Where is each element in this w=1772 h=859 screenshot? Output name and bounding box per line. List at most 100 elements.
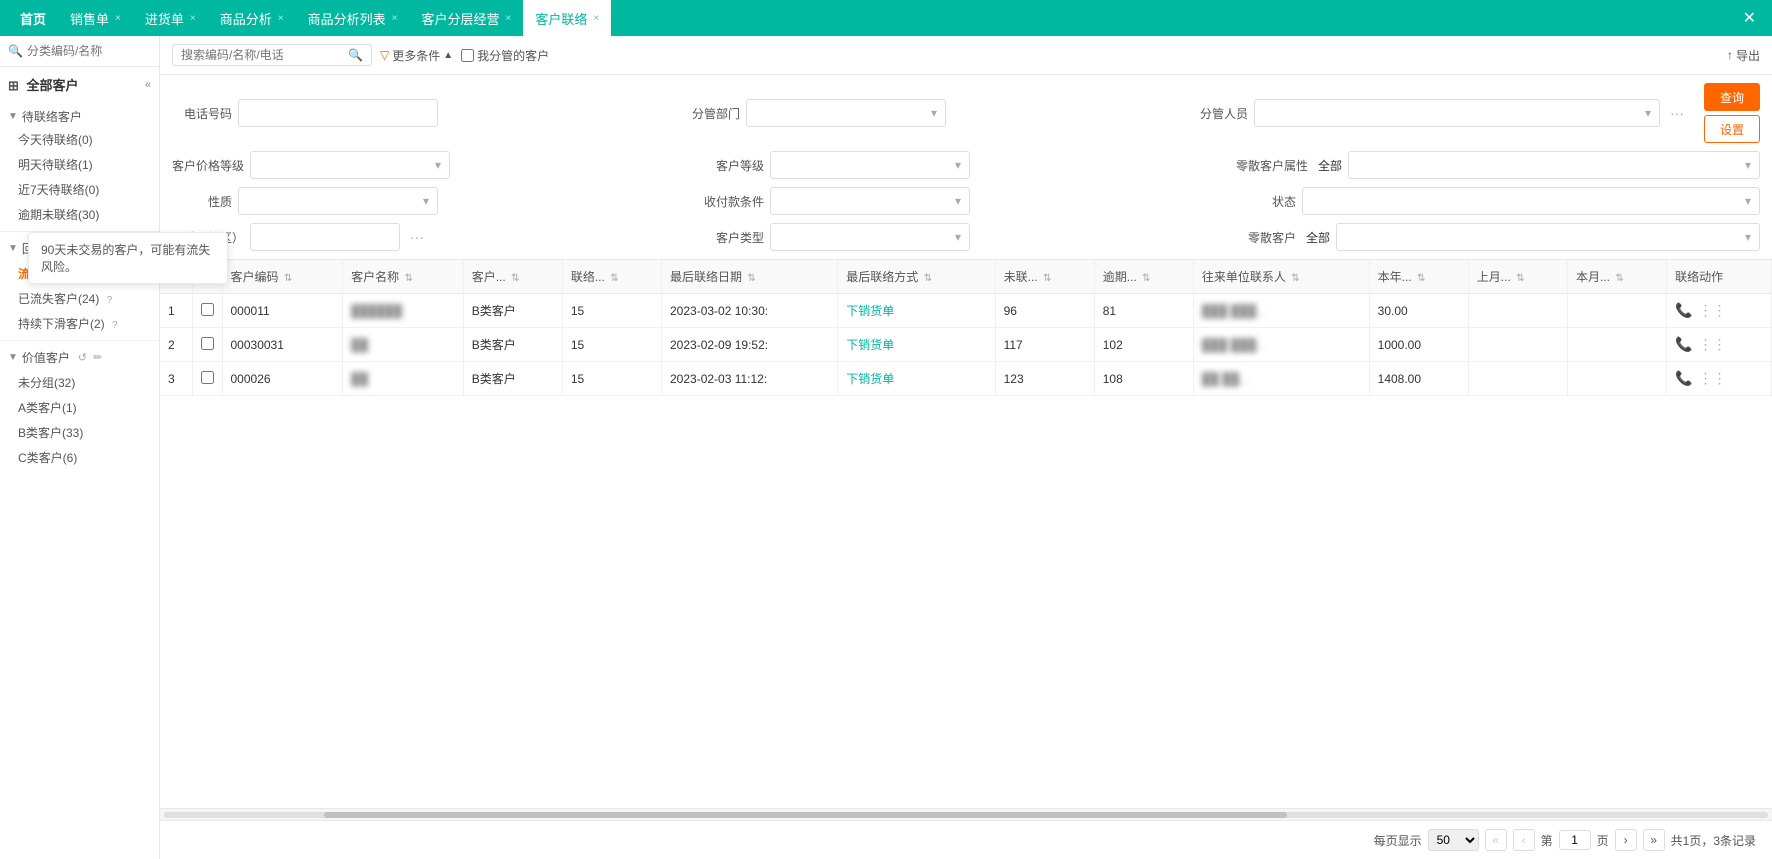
th-this-month[interactable]: 本月... ⇅ [1567, 260, 1666, 294]
th-unit-contact[interactable]: 往来单位联系人 ⇅ [1193, 260, 1369, 294]
th-last-method[interactable]: 最后联络方式 ⇅ [838, 260, 995, 294]
th-overdue[interactable]: 逾期... ⇅ [1094, 260, 1193, 294]
close-purchase-icon[interactable]: × [190, 13, 196, 24]
th-code[interactable]: 客户编码 ⇅ [222, 260, 343, 294]
phone-action-icon[interactable]: 📞 [1675, 302, 1692, 319]
my-customers-checkbox[interactable] [461, 49, 474, 62]
filter-scattered-value: 全部 [1306, 229, 1330, 246]
lost-info-icon[interactable]: ℹ [147, 242, 151, 255]
sidebar-search-input[interactable] [27, 44, 151, 58]
nav-tab-analysis[interactable]: 商品分析 × [208, 0, 296, 36]
sidebar-item-already-lost[interactable]: 已流失客户(24) ? [0, 286, 159, 311]
th-settings[interactable]: ⚙ [160, 260, 192, 294]
sidebar-section-value-title[interactable]: ▼ 价值客户 ↺ ✏ [0, 345, 159, 370]
th-name[interactable]: 客户名称 ⇅ [343, 260, 464, 294]
phone-action-icon[interactable]: 📞 [1675, 370, 1692, 387]
chevron-down-icon: ▾ [931, 106, 937, 120]
per-page-select[interactable]: 50 100 200 [1428, 829, 1479, 851]
sidebar-item-7days[interactable]: 近7天待联络(0) [0, 177, 159, 202]
filter-manager-select[interactable]: ▾ [1254, 99, 1660, 127]
sidebar-item-class-c[interactable]: C类客户(6) [0, 445, 159, 470]
collapse-icon[interactable]: « [145, 79, 151, 91]
filter-payment-select[interactable]: ▾ [770, 187, 970, 215]
sidebar-item-unsegmented[interactable]: 未分组(32) [0, 370, 159, 395]
more-action-icon[interactable]: ⋮⋮ [1699, 370, 1727, 387]
nav-tab-purchase[interactable]: 进货单 × [133, 0, 208, 36]
edit-icon[interactable]: ✏ [93, 351, 102, 364]
first-page-btn[interactable]: « [1485, 829, 1507, 851]
refresh-icon[interactable]: ↺ [78, 351, 87, 364]
cell-action: 📞 ⋮⋮ [1667, 294, 1772, 328]
settings-icon[interactable]: ⚙ [168, 270, 179, 284]
th-contact[interactable]: 联络... ⇅ [562, 260, 661, 294]
filter-customer-grade-label: 客户等级 [704, 157, 764, 174]
filter-status-select[interactable]: ▾ [1302, 187, 1760, 215]
nav-tab-customer-contact[interactable]: 客户联络 × [523, 0, 611, 36]
more-action-icon[interactable]: ⋮⋮ [1699, 302, 1727, 319]
analysis-label: 商品分析 [220, 9, 272, 28]
cell-index: 2 [160, 328, 192, 362]
sidebar-item-overdue[interactable]: 逾期未联络(30) [0, 202, 159, 227]
select-all-checkbox[interactable] [201, 269, 214, 282]
my-customers-checkbox-label[interactable]: 我分管的客户 [461, 47, 549, 64]
setting-button[interactable]: 设置 [1704, 115, 1760, 143]
last-method-link[interactable]: 下销货单 [846, 304, 894, 318]
th-last-month[interactable]: 上月... ⇅ [1468, 260, 1567, 294]
row-checkbox[interactable] [201, 337, 214, 350]
filter-price-grade-select[interactable]: ▾ [250, 151, 450, 179]
close-analysis-icon[interactable]: × [278, 13, 284, 24]
horizontal-scrollbar[interactable] [160, 808, 1772, 820]
sidebar-all-customers[interactable]: ⊞ 全部客户 « [0, 67, 159, 102]
sidebar-item-class-a[interactable]: A类客户(1) [0, 395, 159, 420]
filter-phone-input[interactable] [238, 99, 438, 127]
filter-customer-grade-select[interactable]: ▾ [770, 151, 970, 179]
question-icon2: ? [112, 320, 118, 331]
th-this-year[interactable]: 本年... ⇅ [1369, 260, 1468, 294]
page-number-input[interactable] [1559, 830, 1591, 850]
th-last-date[interactable]: 最后联络日期 ⇅ [662, 260, 838, 294]
search-icon[interactable]: 🔍 [348, 48, 363, 62]
cell-contact: 15 [562, 328, 661, 362]
prev-page-btn[interactable]: ‹ [1513, 829, 1535, 851]
sidebar-item-declining[interactable]: 持续下滑客户(2) ? [0, 311, 159, 336]
next-page-btn[interactable]: › [1615, 829, 1637, 851]
nav-tab-customer-segment[interactable]: 客户分层经营 × [409, 0, 523, 36]
phone-action-icon[interactable]: 📞 [1675, 336, 1692, 353]
nav-tab-analysis-list[interactable]: 商品分析列表 × [296, 0, 410, 36]
region-more-btn[interactable]: ··· [406, 229, 428, 245]
close-segment-icon[interactable]: × [505, 13, 511, 24]
th-not-contacted[interactable]: 未联... ⇅ [995, 260, 1094, 294]
filter-scattered-attr-select[interactable]: ▾ [1348, 151, 1760, 179]
nav-tab-home[interactable]: 首页 [8, 0, 58, 36]
close-contact-icon[interactable]: × [593, 13, 599, 24]
sidebar-item-lost-warning[interactable]: 流失预警客户(3) [0, 261, 159, 286]
filter-dept-select[interactable]: ▾ [746, 99, 946, 127]
row-checkbox[interactable] [201, 303, 214, 316]
filter-scattered-select[interactable]: ▾ [1336, 223, 1760, 251]
window-close-button[interactable]: ✕ [1735, 8, 1764, 28]
last-method-link[interactable]: 下销货单 [846, 372, 894, 386]
filter-nature-select[interactable]: ▾ [238, 187, 438, 215]
sidebar-item-tomorrow[interactable]: 明天待联络(1) [0, 152, 159, 177]
last-method-link[interactable]: 下销货单 [846, 338, 894, 352]
export-button[interactable]: ↑ 导出 [1727, 47, 1760, 64]
sidebar-item-today[interactable]: 今天待联络(0) [0, 127, 159, 152]
sidebar-section-pending-title[interactable]: ▼ 待联络客户 [0, 102, 159, 127]
filter-customer-type-select[interactable]: ▾ [770, 223, 970, 251]
last-page-btn[interactable]: » [1643, 829, 1665, 851]
cell-unit-contact: ██ ██... [1193, 362, 1369, 396]
row-checkbox[interactable] [201, 371, 214, 384]
close-sales-icon[interactable]: × [115, 13, 121, 24]
th-type[interactable]: 客户... ⇅ [463, 260, 562, 294]
scroll-thumb[interactable] [324, 812, 1286, 818]
search-input[interactable] [181, 48, 348, 62]
sidebar-section-lost-title[interactable]: ▼ 回顾客户 ℹ [0, 236, 159, 261]
more-action-icon[interactable]: ⋮⋮ [1699, 336, 1727, 353]
close-analysis-list-icon[interactable]: × [392, 13, 398, 24]
filter-region-input[interactable] [250, 223, 400, 251]
filter-more-btn[interactable]: ▽ 更多条件 ▲ [380, 47, 453, 64]
manager-more-btn[interactable]: ··· [1666, 105, 1688, 121]
sidebar-item-class-b[interactable]: B类客户(33) [0, 420, 159, 445]
nav-tab-sales[interactable]: 销售单 × [58, 0, 133, 36]
query-button[interactable]: 查询 [1704, 83, 1760, 111]
